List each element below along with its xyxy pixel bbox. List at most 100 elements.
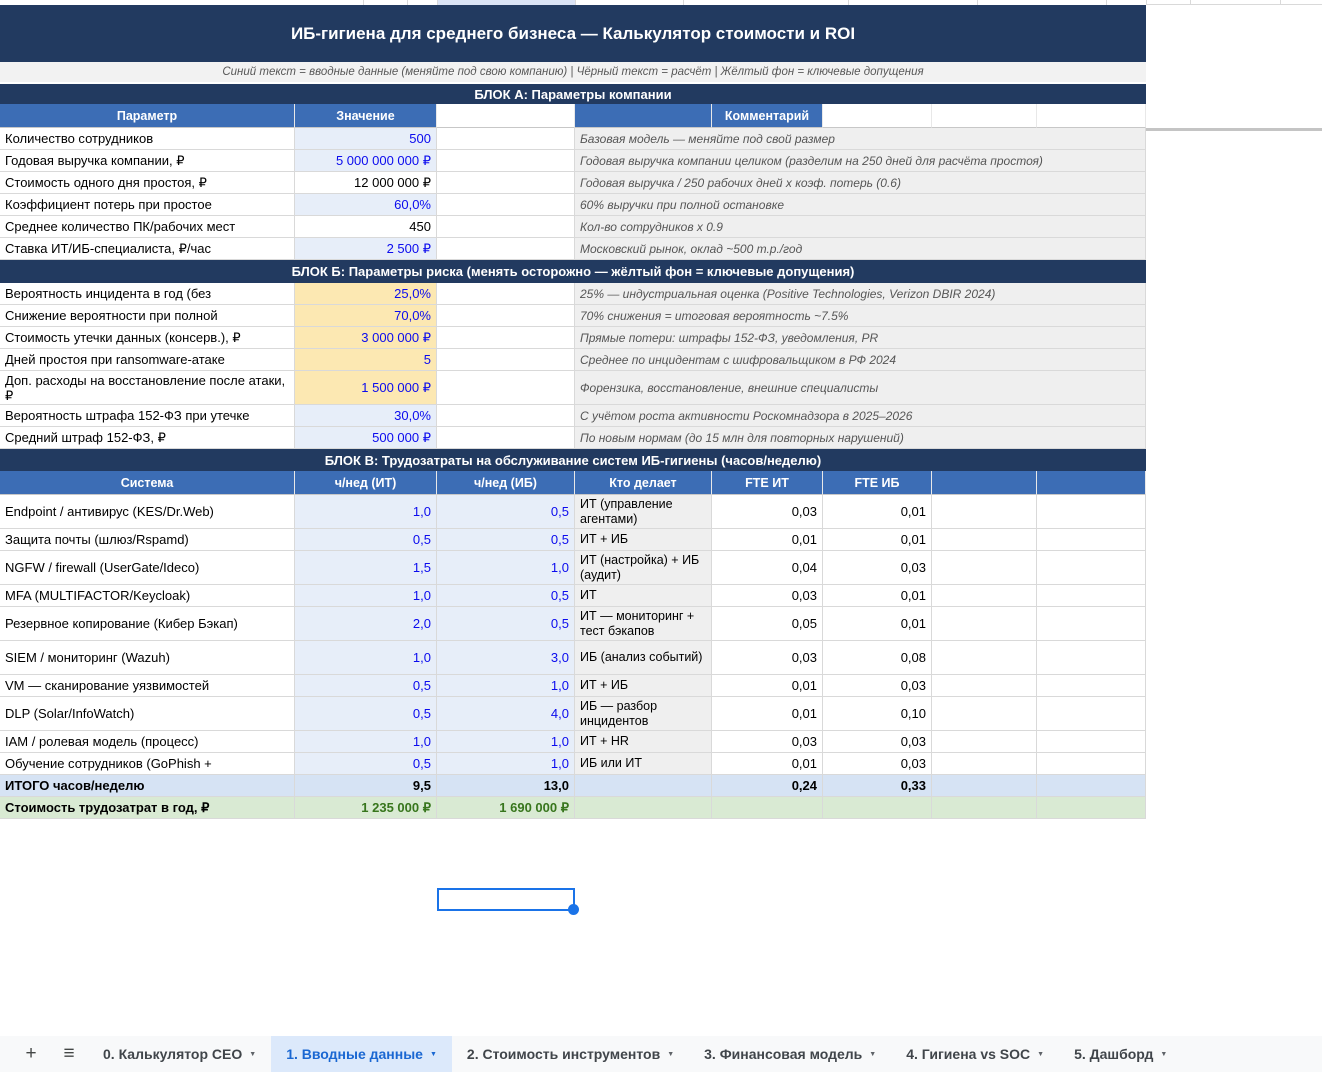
empty-cell[interactable] (932, 495, 1037, 529)
col-header-fte-it[interactable]: FTE ИТ (712, 471, 823, 495)
active-cell-selection[interactable] (437, 888, 579, 915)
comment-cell[interactable]: Прямые потери: штрафы 152-ФЗ, уведомлени… (575, 327, 1146, 349)
empty-cell[interactable] (437, 216, 575, 238)
hours-it-cell[interactable]: 0,5 (295, 697, 437, 731)
empty-cell[interactable] (932, 607, 1037, 641)
system-cell[interactable]: Резервное копирование (Кибер Бэкап) (0, 607, 295, 641)
fte-it-cell[interactable]: 0,01 (712, 675, 823, 697)
fte-ib-cell[interactable]: 0,03 (823, 753, 932, 775)
system-cell[interactable]: DLP (Solar/InfoWatch) (0, 697, 295, 731)
hours-it-cell[interactable]: 1,0 (295, 495, 437, 529)
empty-header-cell[interactable] (575, 104, 712, 128)
total-label-cell[interactable]: ИТОГО часов/неделю (0, 775, 295, 797)
tab-financial-model[interactable]: 3. Финансовая модель ▼ (689, 1036, 891, 1072)
hours-ib-cell[interactable]: 1,0 (437, 753, 575, 775)
value-cell[interactable]: 5 (295, 349, 437, 371)
comment-cell[interactable]: 70% снижения = итоговая вероятность ~7.5… (575, 305, 1146, 327)
chevron-down-icon[interactable]: ▼ (1160, 1051, 1167, 1058)
frozen-rows-divider[interactable] (1146, 128, 1322, 131)
empty-cell[interactable] (1037, 753, 1146, 775)
empty-cell[interactable] (1037, 104, 1146, 128)
empty-cell[interactable] (823, 104, 932, 128)
param-cell[interactable]: Стоимость одного дня простоя, ₽ (0, 172, 295, 194)
value-cell[interactable]: 12 000 000 ₽ (295, 172, 437, 194)
fte-it-cell[interactable]: 0,03 (712, 731, 823, 753)
system-cell[interactable]: Обучение сотрудников (GoPhish + (0, 753, 295, 775)
param-cell[interactable]: Ставка ИТ/ИБ-специалиста, ₽/час (0, 238, 295, 260)
hours-it-cell[interactable]: 1,5 (295, 551, 437, 585)
hours-ib-cell[interactable]: 0,5 (437, 495, 575, 529)
fte-it-cell[interactable]: 0,03 (712, 641, 823, 675)
empty-cell[interactable] (932, 529, 1037, 551)
tab-calculator-ceo[interactable]: 0. Калькулятор CEO ▼ (88, 1036, 271, 1072)
hours-ib-cell[interactable]: 1,0 (437, 675, 575, 697)
empty-cell[interactable] (437, 172, 575, 194)
empty-cell[interactable] (932, 697, 1037, 731)
comment-cell[interactable]: Форензика, восстановление, внешние специ… (575, 371, 1146, 405)
who-cell[interactable]: ИТ + ИБ (575, 675, 712, 697)
comment-cell[interactable]: Базовая модель — меняйте под свой размер (575, 128, 1146, 150)
empty-cell[interactable] (1037, 641, 1146, 675)
system-cell[interactable]: VM — сканирование уязвимостей (0, 675, 295, 697)
fte-it-cell[interactable]: 0,01 (712, 529, 823, 551)
chevron-down-icon[interactable]: ▼ (430, 1051, 437, 1058)
empty-cell[interactable] (437, 283, 575, 305)
hours-ib-cell[interactable]: 0,5 (437, 529, 575, 551)
who-cell[interactable]: ИБ или ИТ (575, 753, 712, 775)
empty-header-cell[interactable] (1037, 471, 1146, 495)
hours-ib-cell[interactable]: 4,0 (437, 697, 575, 731)
param-cell[interactable]: Количество сотрудников (0, 128, 295, 150)
comment-cell[interactable]: Кол-во сотрудников x 0.9 (575, 216, 1146, 238)
value-cell[interactable]: 30,0% (295, 405, 437, 427)
value-cell[interactable]: 500 (295, 128, 437, 150)
fte-ib-cell[interactable]: 0,03 (823, 675, 932, 697)
hours-ib-cell[interactable]: 0,5 (437, 585, 575, 607)
system-cell[interactable]: Защита почты (шлюз/Rspamd) (0, 529, 295, 551)
tab-dashboard[interactable]: 5. Дашборд ▼ (1059, 1036, 1182, 1072)
empty-cell[interactable] (437, 104, 575, 128)
fte-it-cell[interactable]: 0,03 (712, 495, 823, 529)
empty-cell[interactable] (1037, 697, 1146, 731)
empty-cell[interactable] (437, 327, 575, 349)
cost-ib-cell[interactable]: 1 690 000 ₽ (437, 797, 575, 819)
hours-it-cell[interactable]: 0,5 (295, 753, 437, 775)
system-cell[interactable]: NGFW / firewall (UserGate/Ideco) (0, 551, 295, 585)
fte-it-cell[interactable]: 0,04 (712, 551, 823, 585)
col-header-who[interactable]: Кто делает (575, 471, 712, 495)
who-cell[interactable]: ИТ (настройка) + ИБ (аудит) (575, 551, 712, 585)
hours-ib-cell[interactable]: 3,0 (437, 641, 575, 675)
fte-ib-cell[interactable]: 0,03 (823, 551, 932, 585)
value-cell[interactable]: 25,0% (295, 283, 437, 305)
param-cell[interactable]: Средний штраф 152-ФЗ, ₽ (0, 427, 295, 449)
empty-cell[interactable] (437, 150, 575, 172)
total-fte-ib-cell[interactable]: 0,33 (823, 775, 932, 797)
empty-cell[interactable] (1037, 495, 1146, 529)
empty-cell[interactable] (1037, 675, 1146, 697)
who-cell[interactable]: ИБ — разбор инцидентов (575, 697, 712, 731)
system-cell[interactable]: IAM / ролевая модель (процесс) (0, 731, 295, 753)
empty-cell[interactable] (932, 104, 1037, 128)
block-a-header[interactable]: БЛОК А: Параметры компании (0, 84, 1146, 104)
who-cell[interactable]: ИТ — мониторинг + тест бэкапов (575, 607, 712, 641)
value-cell[interactable]: 3 000 000 ₽ (295, 327, 437, 349)
value-cell[interactable]: 60,0% (295, 194, 437, 216)
comment-cell[interactable]: 25% — индустриальная оценка (Positive Te… (575, 283, 1146, 305)
comment-cell[interactable]: 60% выручки при полной остановке (575, 194, 1146, 216)
hours-it-cell[interactable]: 0,5 (295, 529, 437, 551)
who-cell[interactable]: ИТ (управление агентами) (575, 495, 712, 529)
who-cell[interactable]: ИТ (575, 585, 712, 607)
add-sheet-button[interactable]: + (12, 1036, 50, 1072)
fte-ib-cell[interactable]: 0,03 (823, 731, 932, 753)
total-hours-ib-cell[interactable]: 13,0 (437, 775, 575, 797)
comment-cell[interactable]: По новым нормам (до 15 млн для повторных… (575, 427, 1146, 449)
param-cell[interactable]: Снижение вероятности при полной (0, 305, 295, 327)
legend-note[interactable]: Синий текст = вводные данные (меняйте по… (0, 62, 1146, 82)
col-header-param[interactable]: Параметр (0, 104, 295, 128)
fte-it-cell[interactable]: 0,05 (712, 607, 823, 641)
empty-cell[interactable] (437, 349, 575, 371)
empty-cell[interactable] (437, 371, 575, 405)
empty-cell[interactable] (932, 753, 1037, 775)
empty-cell[interactable] (823, 797, 932, 819)
fte-it-cell[interactable]: 0,01 (712, 753, 823, 775)
chevron-down-icon[interactable]: ▼ (869, 1051, 876, 1058)
